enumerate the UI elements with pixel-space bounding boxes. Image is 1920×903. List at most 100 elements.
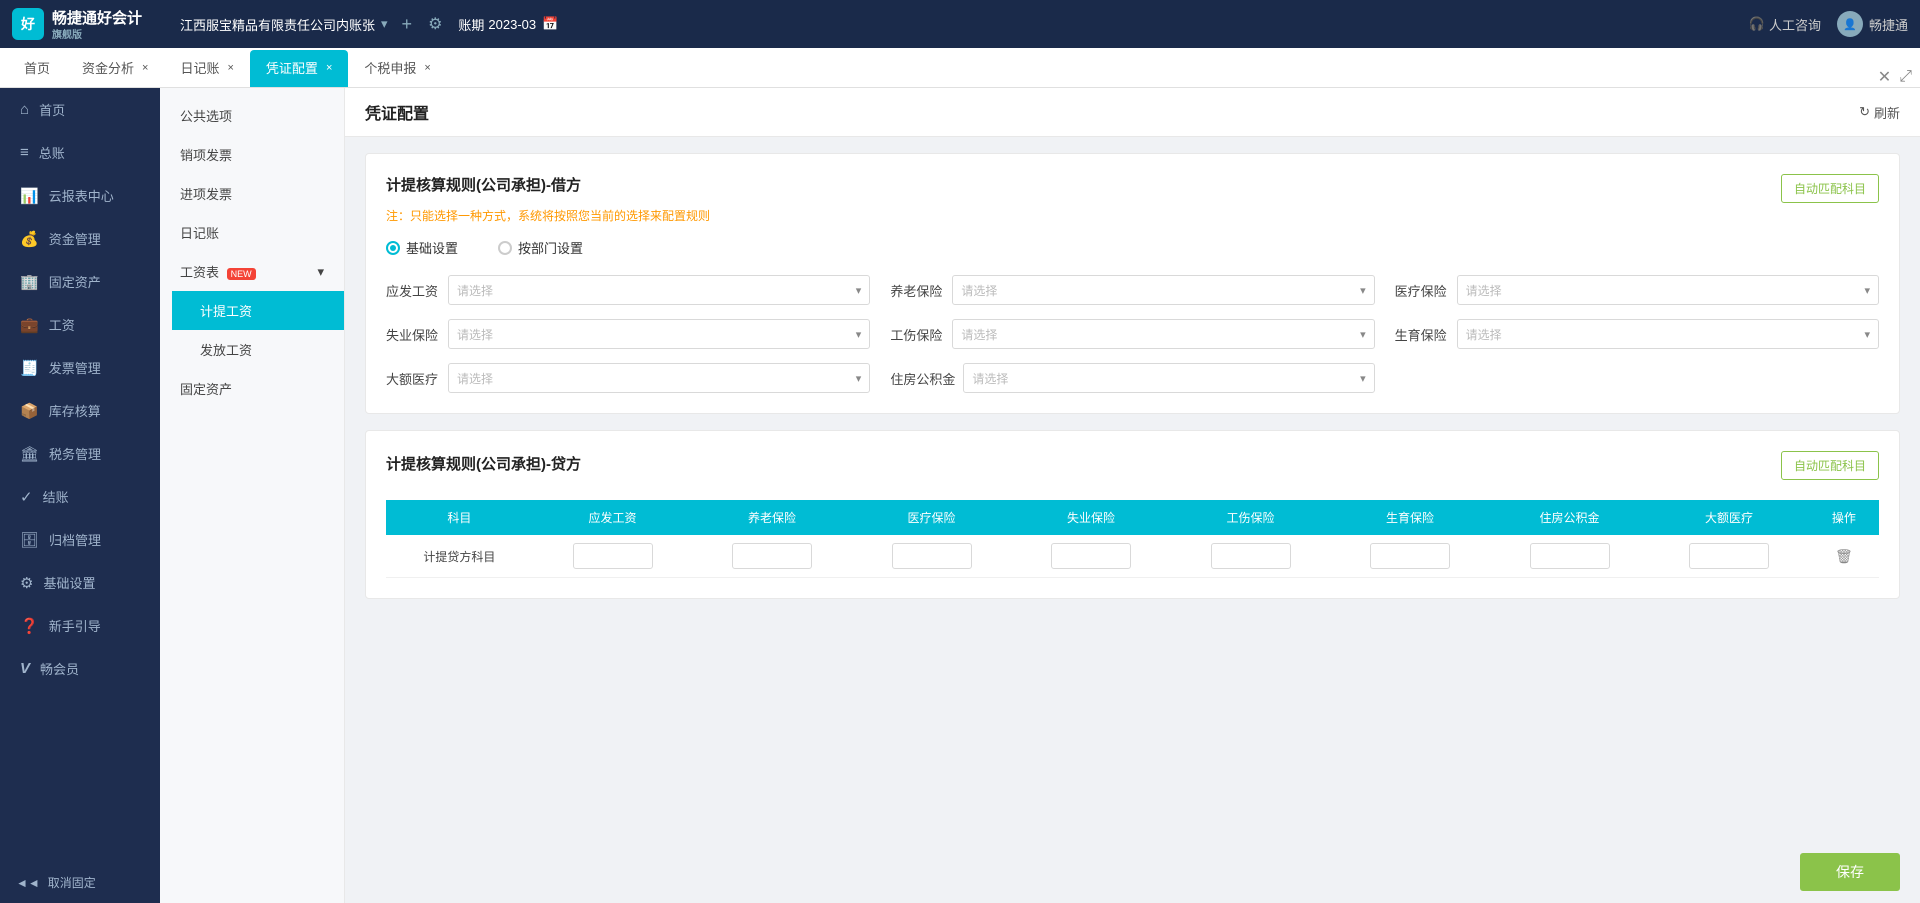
sidebar-item-ledger[interactable]: ≡ 总账 bbox=[0, 131, 160, 174]
sidebar-item-invoice[interactable]: 🧾 发票管理 bbox=[0, 346, 160, 389]
field-medical-placeholder: 请选择 bbox=[1466, 282, 1502, 299]
input-housing[interactable] bbox=[1530, 543, 1610, 569]
field-wage-label: 应发工资 bbox=[386, 281, 440, 300]
sidebar-item-capital[interactable]: 💰 资金管理 bbox=[0, 217, 160, 260]
td-housing bbox=[1490, 535, 1650, 578]
th-bigmedical: 大额医疗 bbox=[1649, 500, 1809, 535]
field-housing-placeholder: 请选择 bbox=[972, 370, 1008, 387]
input-pension[interactable] bbox=[732, 543, 812, 569]
field-pension-label: 养老保险 bbox=[890, 281, 944, 300]
left-nav-salary-table[interactable]: 工资表 NEW ▾ bbox=[160, 252, 344, 291]
tab-tax-close[interactable]: × bbox=[424, 62, 430, 74]
left-nav-sales[interactable]: 销项发票 bbox=[160, 135, 344, 174]
add-account-icon[interactable]: + bbox=[402, 14, 413, 35]
home-icon: ⌂ bbox=[20, 101, 29, 118]
input-wage[interactable] bbox=[573, 543, 653, 569]
company-dropdown-icon[interactable]: ▾ bbox=[381, 16, 388, 32]
input-medical[interactable] bbox=[892, 543, 972, 569]
tab-journal-close[interactable]: × bbox=[227, 62, 233, 74]
tab-home[interactable]: 首页 bbox=[8, 50, 66, 87]
sidebar-item-guide[interactable]: ❓ 新手引导 bbox=[0, 604, 160, 647]
field-unemploy-label: 失业保险 bbox=[386, 325, 440, 344]
settings-icon[interactable]: ⚙ bbox=[428, 14, 442, 34]
field-birth-select[interactable]: 请选择 ▾ bbox=[1457, 319, 1879, 349]
user-button[interactable]: 👤 畅捷通 bbox=[1837, 11, 1908, 37]
sidebar-item-settings[interactable]: ⚙ 基础设置 bbox=[0, 561, 160, 604]
save-button[interactable]: 保存 bbox=[1800, 853, 1900, 891]
field-unemploy-select[interactable]: 请选择 ▾ bbox=[448, 319, 870, 349]
new-badge: NEW bbox=[227, 268, 256, 280]
capital-icon: 💰 bbox=[20, 230, 39, 248]
field-housing-select[interactable]: 请选择 ▾ bbox=[963, 363, 1374, 393]
member-icon: V bbox=[20, 660, 30, 677]
th-pension: 养老保险 bbox=[692, 500, 852, 535]
company-name[interactable]: 江西服宝精品有限责任公司内账张 bbox=[180, 15, 375, 34]
radio-basic[interactable]: 基础设置 bbox=[386, 238, 458, 257]
salary-table-label: 工资表 NEW bbox=[180, 262, 256, 281]
sidebar-item-salary[interactable]: 💼 工资 bbox=[0, 303, 160, 346]
left-nav-pay-salary[interactable]: 发放工资 bbox=[172, 330, 344, 369]
debit-auto-match-button[interactable]: 自动匹配科目 bbox=[1781, 174, 1879, 203]
input-injury[interactable] bbox=[1211, 543, 1291, 569]
tab-journal[interactable]: 日记账 × bbox=[164, 50, 249, 87]
field-medical-select[interactable]: 请选择 ▾ bbox=[1457, 275, 1879, 305]
sidebar-item-reports[interactable]: 📊 云报表中心 bbox=[0, 174, 160, 217]
sidebar-item-archive-label: 归档管理 bbox=[49, 530, 101, 549]
tax-icon: 🏛 bbox=[20, 445, 39, 463]
field-bigmedical-placeholder: 请选择 bbox=[457, 370, 493, 387]
app-edition: 旗舰版 bbox=[52, 26, 142, 41]
sidebar-item-salary-label: 工资 bbox=[49, 315, 75, 334]
sidebar-item-invoice-label: 发票管理 bbox=[49, 358, 101, 377]
left-nav-journal[interactable]: 日记账 bbox=[160, 213, 344, 252]
tab-home-label: 首页 bbox=[24, 58, 50, 77]
sidebar-item-tax[interactable]: 🏛 税务管理 bbox=[0, 432, 160, 475]
sidebar-item-guide-label: 新手引导 bbox=[49, 616, 101, 635]
input-bigmedical[interactable] bbox=[1689, 543, 1769, 569]
tab-tax[interactable]: 个税申报 × bbox=[348, 50, 446, 87]
reports-icon: 📊 bbox=[20, 187, 39, 205]
cancel-pin-button[interactable]: ◄◄ 取消固定 bbox=[0, 862, 160, 903]
chevron-down-icon: ▾ bbox=[1864, 328, 1870, 341]
support-button[interactable]: 🎧 人工咨询 bbox=[1749, 15, 1821, 34]
field-pension-select[interactable]: 请选择 ▾ bbox=[952, 275, 1374, 305]
settings-gear-icon: ⚙ bbox=[20, 574, 33, 592]
field-wage-select[interactable]: 请选择 ▾ bbox=[448, 275, 870, 305]
credit-auto-match-button[interactable]: 自动匹配科目 bbox=[1781, 451, 1879, 480]
sidebar-item-assets-label: 固定资产 bbox=[49, 272, 101, 291]
left-nav-purchase[interactable]: 进项发票 bbox=[160, 174, 344, 213]
sidebar-item-home[interactable]: ⌂ 首页 bbox=[0, 88, 160, 131]
close-all-icon[interactable]: ✕ bbox=[1878, 67, 1891, 87]
tab-voucher-close[interactable]: × bbox=[326, 62, 332, 74]
input-birth[interactable] bbox=[1370, 543, 1450, 569]
field-housing: 住房公积金 请选择 ▾ bbox=[890, 363, 1374, 393]
sidebar-item-close[interactable]: ✓ 结账 bbox=[0, 475, 160, 518]
archive-icon: 🗄 bbox=[20, 531, 39, 549]
sidebar-item-archive[interactable]: 🗄 归档管理 bbox=[0, 518, 160, 561]
refresh-button[interactable]: ↻ 刷新 bbox=[1859, 103, 1900, 122]
sidebar-item-inventory[interactable]: 📦 库存核算 bbox=[0, 389, 160, 432]
left-nav-payroll[interactable]: 计提工资 bbox=[172, 291, 344, 330]
input-unemploy[interactable] bbox=[1051, 543, 1131, 569]
sidebar-item-assets[interactable]: 🏢 固定资产 bbox=[0, 260, 160, 303]
left-nav-public[interactable]: 公共选项 bbox=[160, 96, 344, 135]
left-nav-fixed-assets[interactable]: 固定资产 bbox=[160, 369, 344, 408]
field-injury-select[interactable]: 请选择 ▾ bbox=[952, 319, 1374, 349]
left-nav: 公共选项 销项发票 进项发票 日记账 工资表 NEW ▾ 计提工资 发放工资 固… bbox=[160, 88, 345, 903]
tab-voucher[interactable]: 凭证配置 × bbox=[250, 50, 348, 87]
sidebar-item-member[interactable]: V 畅会员 bbox=[0, 647, 160, 690]
td-birth bbox=[1330, 535, 1490, 578]
field-bigmedical-select[interactable]: 请选择 ▾ bbox=[448, 363, 870, 393]
calendar-icon[interactable]: 📅 bbox=[542, 16, 558, 32]
td-injury bbox=[1171, 535, 1331, 578]
tab-fund-close[interactable]: × bbox=[142, 62, 148, 74]
invoice-icon: 🧾 bbox=[20, 359, 39, 377]
period-value[interactable]: 2023-03 bbox=[488, 17, 536, 32]
delete-row-button[interactable]: 🗑 bbox=[1835, 548, 1853, 564]
th-housing: 住房公积金 bbox=[1490, 500, 1650, 535]
tab-fund[interactable]: 资金分析 × bbox=[66, 50, 164, 87]
field-medical: 医疗保险 请选择 ▾ bbox=[1395, 275, 1879, 305]
td-medical bbox=[852, 535, 1012, 578]
radio-dept[interactable]: 按部门设置 bbox=[498, 238, 583, 257]
th-unemploy: 失业保险 bbox=[1011, 500, 1171, 535]
expand-icon[interactable]: ⤢ bbox=[1899, 68, 1912, 86]
